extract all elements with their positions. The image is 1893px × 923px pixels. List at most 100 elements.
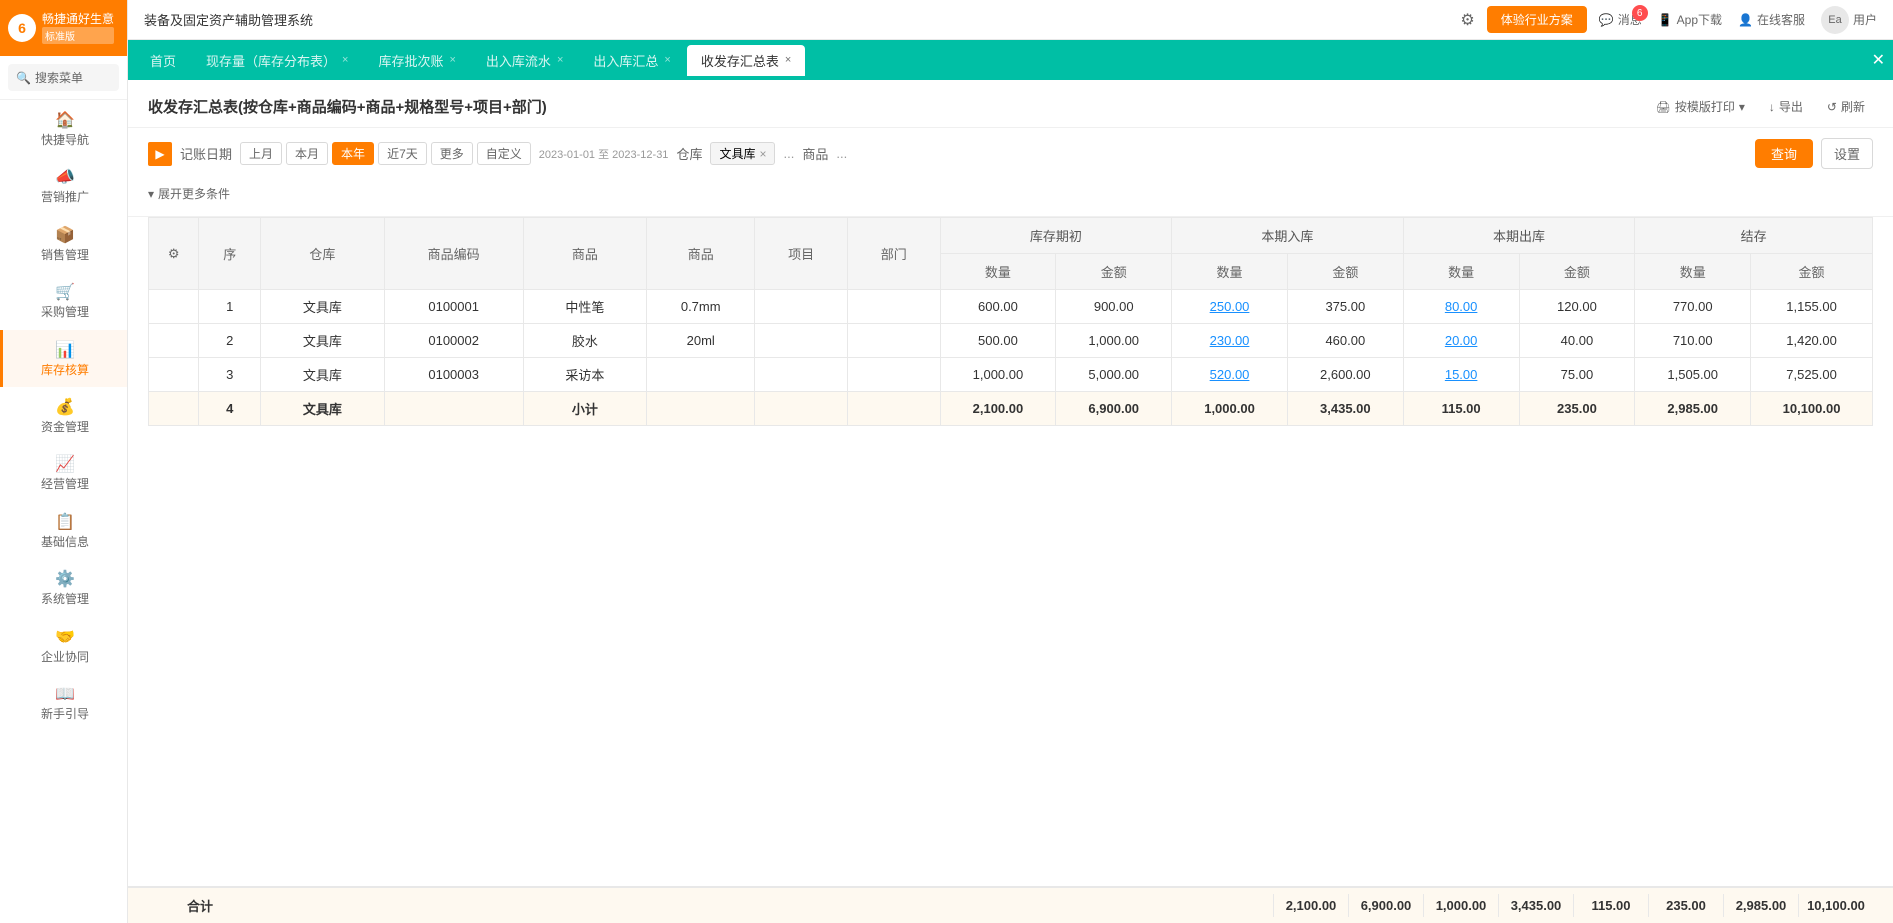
sidebar-item-basic[interactable]: 📋 基础信息 — [0, 502, 127, 559]
set-button[interactable]: 设置 — [1821, 138, 1873, 169]
td-out-qty[interactable]: 80.00 — [1403, 290, 1519, 324]
th-group-closing: 结存 — [1635, 218, 1873, 254]
tab-close-collect-summary[interactable]: × — [785, 54, 791, 66]
sidebar-item-enterprise[interactable]: 🤝 企业协同 — [0, 617, 127, 674]
td-in-qty[interactable]: 230.00 — [1172, 324, 1288, 358]
experience-btn[interactable]: 体验行业方案 — [1487, 6, 1587, 33]
td-warehouse: 文具库 — [261, 392, 385, 426]
tab-inout-flow[interactable]: 出入库流水 × — [472, 45, 577, 76]
expand-row: ▾ 展开更多条件 — [148, 181, 230, 206]
td-name: 采访本 — [523, 358, 647, 392]
sidebar-item-system[interactable]: ⚙️ 系统管理 — [0, 559, 127, 616]
warehouse-more[interactable]: ... — [783, 146, 794, 161]
sidebar-item-marketing[interactable]: 📣 营销推广 — [0, 157, 127, 214]
user-btn[interactable]: Ea 用户 — [1821, 6, 1877, 34]
logo-text: 畅捷通好生意 标准版 — [42, 12, 114, 45]
sidebar-item-inventory[interactable]: 📊 库存核算 — [0, 330, 127, 387]
export-btn[interactable]: ↓ 导出 — [1761, 94, 1811, 119]
footer-label: 合计 — [180, 896, 220, 915]
tab-close-inout-flow[interactable]: × — [557, 54, 563, 66]
th-settings[interactable]: ⚙ — [149, 218, 199, 290]
td-closing-amt: 10,100.00 — [1751, 392, 1873, 426]
td-out-qty[interactable]: 15.00 — [1403, 358, 1519, 392]
th-opening-qty: 数量 — [940, 254, 1056, 290]
th-out-qty: 数量 — [1403, 254, 1519, 290]
sidebar-item-finance[interactable]: 💰 资金管理 — [0, 387, 127, 444]
refresh-btn[interactable]: ↺ 刷新 — [1819, 94, 1873, 119]
td-no: 3 — [199, 358, 261, 392]
system-title: 装备及固定资产辅助管理系统 — [144, 10, 1448, 29]
footer-closing-amt: 10,100.00 — [1798, 894, 1873, 917]
warehouse-tag: 文具库 × — [710, 142, 775, 165]
td-spec: 0.7mm — [647, 290, 755, 324]
td-closing-qty: 710.00 — [1635, 324, 1751, 358]
sidebar-nav: 🏠 快捷导航 📣 营销推广 📦 销售管理 🛒 采购管理 📊 库存核算 💰 资金管… — [0, 100, 127, 923]
tab-close-inventory-dist[interactable]: × — [342, 54, 348, 66]
goods-section: 商品 ... — [802, 144, 847, 163]
app-download-btn[interactable]: 📱 App下载 — [1658, 11, 1722, 28]
td-out-qty[interactable]: 20.00 — [1403, 324, 1519, 358]
inventory-icon: 📊 — [55, 340, 75, 360]
footer-opening-qty: 2,100.00 — [1273, 894, 1348, 917]
date-btn-this-year[interactable]: 本年 — [332, 142, 374, 165]
tab-collect-summary[interactable]: 收发存汇总表 × — [687, 45, 805, 76]
sidebar-item-operation[interactable]: 📈 经营管理 — [0, 444, 127, 501]
goods-more[interactable]: ... — [836, 146, 847, 161]
td-settings — [149, 290, 199, 324]
date-btn-last-month[interactable]: 上月 — [240, 142, 282, 165]
basic-icon: 📋 — [55, 512, 75, 532]
td-code: 0100003 — [384, 358, 523, 392]
date-btn-7days[interactable]: 近7天 — [378, 142, 427, 165]
export-icon: ↓ — [1769, 100, 1775, 114]
date-btn-this-month[interactable]: 本月 — [286, 142, 328, 165]
td-opening-qty: 600.00 — [940, 290, 1056, 324]
th-group-opening: 库存期初 — [940, 218, 1172, 254]
sidebar-item-guide[interactable]: 📖 新手引导 — [0, 674, 127, 731]
date-filter-label: 记账日期 — [180, 144, 232, 163]
warehouse-tag-close[interactable]: × — [759, 147, 766, 161]
th-group-in: 本期入库 — [1172, 218, 1404, 254]
online-service-btn[interactable]: 👤 在线客服 — [1738, 11, 1805, 28]
tab-inventory-dist[interactable]: 现存量（库存分布表） × — [192, 45, 362, 76]
message-btn[interactable]: 💬 消息 6 — [1599, 11, 1642, 28]
footer-in-qty: 1,000.00 — [1423, 894, 1498, 917]
date-range-display: 2023-01-01 至 2023-12-31 — [539, 146, 669, 162]
tab-bar-close-icon[interactable]: ✕ — [1872, 50, 1885, 70]
sidebar-item-purchase[interactable]: 🛒 采购管理 — [0, 272, 127, 329]
td-closing-qty: 770.00 — [1635, 290, 1751, 324]
filter-bar: ▶ 记账日期 上月 本月 本年 近7天 更多 自定义 2023-01-01 至 … — [128, 128, 1893, 217]
td-in-qty[interactable]: 250.00 — [1172, 290, 1288, 324]
tab-close-inout-summary[interactable]: × — [664, 54, 670, 66]
search-menu-button[interactable]: 🔍 搜索菜单 — [8, 64, 119, 91]
filter-toggle-btn[interactable]: ▶ — [148, 142, 172, 166]
settings-icon[interactable]: ⚙ — [1460, 10, 1474, 30]
tab-batch-ledger[interactable]: 库存批次账 × — [364, 45, 469, 76]
footer-opening-amt: 6,900.00 — [1348, 894, 1423, 917]
td-dept — [847, 392, 940, 426]
tab-home[interactable]: 首页 — [136, 45, 190, 76]
logo-icon: 6 — [8, 14, 36, 42]
tab-close-batch-ledger[interactable]: × — [449, 54, 455, 66]
home-icon: 🏠 — [55, 110, 75, 130]
th-spec: 商品 — [647, 218, 755, 290]
print-btn[interactable]: 🖨 按模版打印 ▾ — [1648, 94, 1753, 119]
td-project — [755, 392, 848, 426]
date-btn-custom[interactable]: 自定义 — [477, 142, 531, 165]
td-in-qty[interactable]: 520.00 — [1172, 358, 1288, 392]
date-btn-more[interactable]: 更多 — [431, 142, 473, 165]
sidebar-item-sales[interactable]: 📦 销售管理 — [0, 215, 127, 272]
td-out-amt: 235.00 — [1519, 392, 1635, 426]
sidebar-item-quick-nav[interactable]: 🏠 快捷导航 — [0, 100, 127, 157]
td-project — [755, 290, 848, 324]
td-in-qty: 1,000.00 — [1172, 392, 1288, 426]
th-warehouse: 仓库 — [261, 218, 385, 290]
page-actions: 🖨 按模版打印 ▾ ↓ 导出 ↺ 刷新 — [1648, 94, 1873, 119]
td-name: 胶水 — [523, 324, 647, 358]
tab-inout-summary[interactable]: 出入库汇总 × — [579, 45, 684, 76]
service-icon: 👤 — [1738, 13, 1753, 27]
query-button[interactable]: 查询 — [1755, 139, 1813, 168]
table-row: 3文具库0100003采访本1,000.005,000.00520.002,60… — [149, 358, 1873, 392]
th-closing-qty: 数量 — [1635, 254, 1751, 290]
expand-more-btn[interactable]: ▾ 展开更多条件 — [148, 185, 230, 202]
filter-row-main: ▶ 记账日期 上月 本月 本年 近7天 更多 自定义 2023-01-01 至 … — [148, 138, 1873, 169]
